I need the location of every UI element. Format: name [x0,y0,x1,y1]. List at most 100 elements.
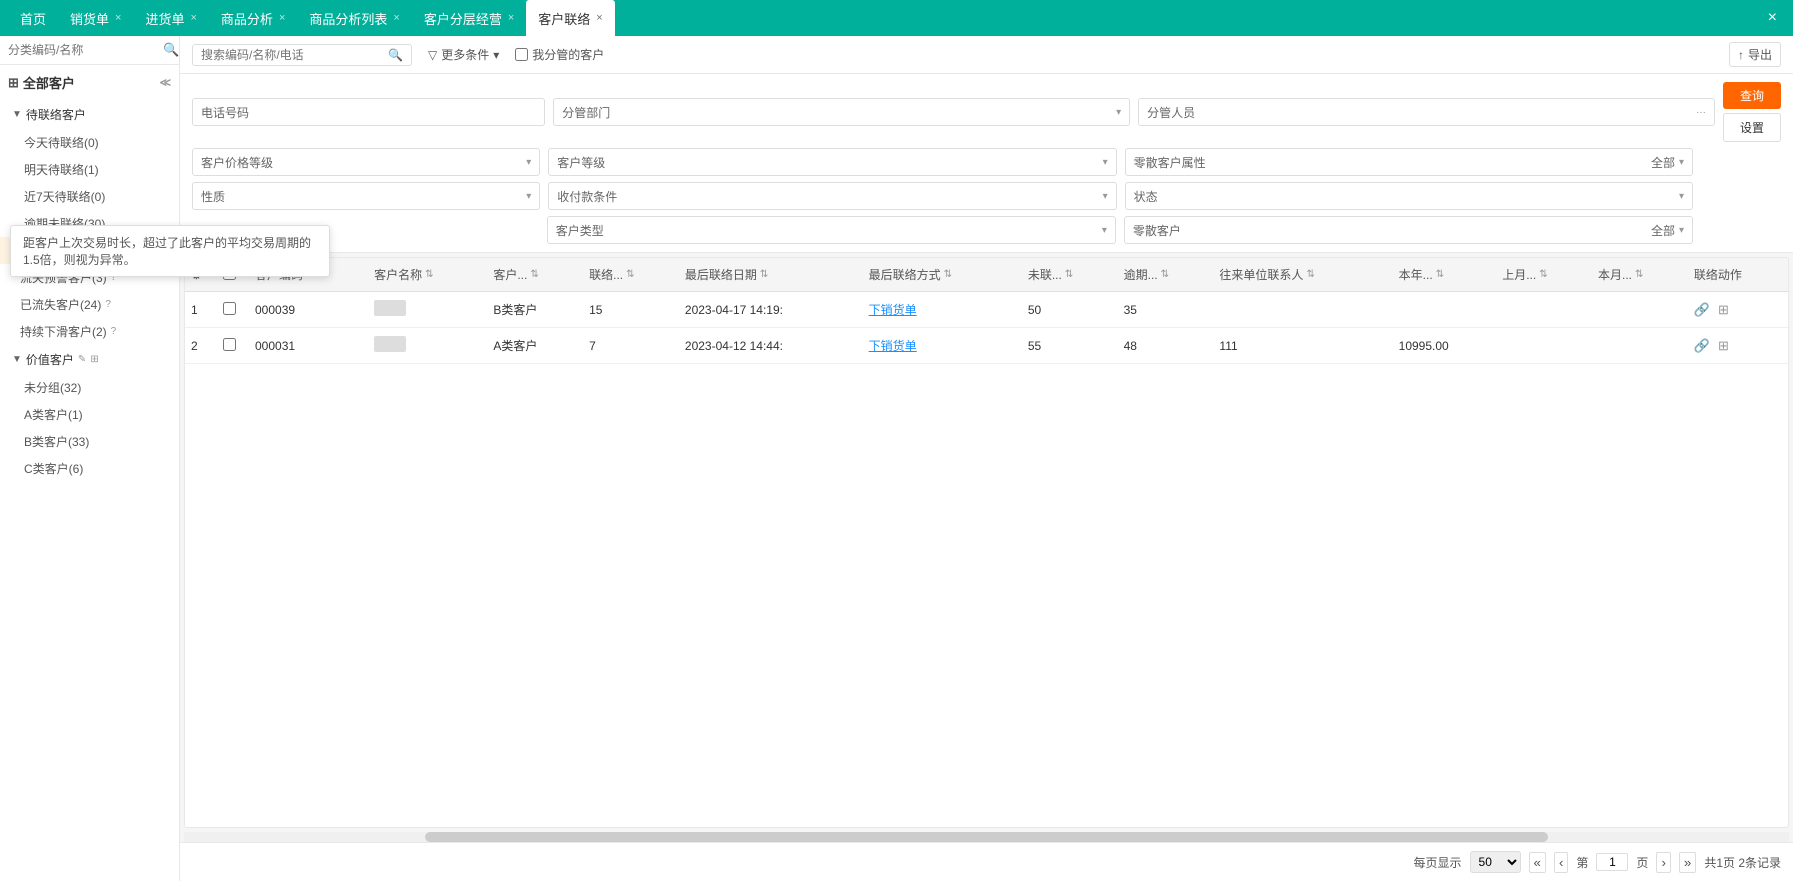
col-this-month: 本月... ⇅ [1592,258,1688,292]
sidebar-churned[interactable]: 已流失客户(24) ? [0,291,179,318]
row-check-1[interactable] [223,302,236,315]
price-level-filter[interactable]: 客户价格等级 ▾ [192,148,540,176]
customer-level-filter[interactable]: 客户等级 ▾ [548,148,1116,176]
setting-button[interactable]: 设置 [1723,113,1781,142]
sort-icon-type[interactable]: ⇅ [530,269,538,280]
chevron-down-icon-price: ▾ [526,157,531,168]
page-suffix: 页 [1636,854,1648,871]
sidebar-search-icon[interactable]: 🔍 [163,42,179,58]
row-last-method[interactable]: 下销货单 [863,292,1022,328]
chevron-down-icon-scatter: ▾ [1679,157,1684,168]
sort-icon-this-month[interactable]: ⇅ [1635,269,1643,280]
sort-icon-contacts[interactable]: ⇅ [1306,269,1314,280]
department-filter[interactable]: 分管部门 ▾ [553,98,1130,126]
query-button[interactable]: 查询 [1723,82,1781,109]
sidebar-c-class[interactable]: C类客户(6) [0,455,179,482]
scatter-customer-filter[interactable]: 零散客户 全部 ▾ [1124,216,1693,244]
close-product-analysis-tab[interactable]: × [279,12,285,24]
advanced-filters: 电话号码 分管部门 ▾ 分管人员 ··· 查询 设置 [180,74,1793,253]
row-checkbox[interactable] [217,328,249,364]
sort-icon-method[interactable]: ⇅ [944,269,952,280]
first-page-button[interactable]: « [1529,852,1546,873]
row-last-method[interactable]: 下销货单 [863,328,1022,364]
prev-page-button[interactable]: ‹ [1554,852,1568,873]
sort-icon-overdue[interactable]: ⇅ [1161,269,1169,280]
sidebar-pending-contact-group[interactable]: ▼ 待联络客户 [0,100,179,129]
window-close-button[interactable]: × [1760,9,1785,27]
sidebar-tomorrow-pending[interactable]: 明天待联络(1) [0,156,179,183]
nav-purchase[interactable]: 进货单 × [133,0,208,36]
export-button[interactable]: ↑ 导出 [1729,42,1781,67]
manager-filter[interactable]: 分管人员 ··· [1138,98,1715,126]
sort-icon-name[interactable]: ⇅ [425,269,433,280]
row-grid-icon-2[interactable]: ⊞ [1718,338,1729,354]
sidebar-declining[interactable]: 持续下滑客户(2) ? [0,318,179,345]
next-page-button[interactable]: › [1656,852,1670,873]
nav-home[interactable]: 首页 [8,0,58,36]
my-customers-checkbox[interactable]: 我分管的客户 [515,46,604,63]
page-number-input[interactable] [1596,853,1628,871]
nav-sales[interactable]: 销货单 × [58,0,133,36]
sidebar-value-customer-group[interactable]: ▼ 价值客户 ✎ ⊞ [0,345,179,374]
sidebar-a-class[interactable]: A类客户(1) [0,401,179,428]
table-row: 1 000039 B类客户 15 2023-04-17 14:19: 下销货单 … [185,292,1788,328]
row-checkbox[interactable] [217,292,249,328]
horizontal-scrollbar[interactable] [184,832,1789,842]
row-uncontacted: 55 [1022,328,1118,364]
scrollbar-thumb[interactable] [425,832,1549,842]
row-actions: 🔗 ⊞ [1688,328,1788,364]
sort-icon-last-month[interactable]: ⇅ [1539,269,1547,280]
per-page-select[interactable]: 50 20 100 [1470,851,1521,873]
edit-icon[interactable]: ✎ [78,354,86,365]
sidebar-b-class[interactable]: B类客户(33) [0,428,179,455]
row-link-icon-2[interactable]: 🔗 [1694,338,1710,354]
col-customer-name: 客户名称 ⇅ [368,258,487,292]
last-page-button[interactable]: » [1679,852,1696,873]
nav-product-analysis-list[interactable]: 商品分析列表 × [297,0,411,36]
row-check-2[interactable] [223,338,236,351]
close-customer-contact-tab[interactable]: × [596,12,602,24]
phone-filter[interactable]: 电话号码 [192,98,545,126]
close-customer-segmentation-tab[interactable]: × [508,12,514,24]
row-this-month [1592,292,1688,328]
customer-table: ⚙ 客户编码 ⇅ 客户名称 [185,258,1788,364]
row-last-date: 2023-04-17 14:19: [679,292,863,328]
close-purchase-tab[interactable]: × [190,12,196,24]
nav-customer-contact[interactable]: 客户联络 × [526,0,614,36]
customer-type-filter[interactable]: 客户类型 ▾ [547,216,1116,244]
sidebar-ungrouped[interactable]: 未分组(32) [0,374,179,401]
page-label: 第 [1576,854,1588,871]
more-conditions-button[interactable]: ▽ 更多条件 ▾ [420,43,507,66]
close-sales-tab[interactable]: × [115,12,121,24]
filter-row-2: 客户价格等级 ▾ 客户等级 ▾ 零散客户属性 全部 ▾ [192,148,1781,176]
pagination-bar: 每页显示 50 20 100 « ‹ 第 页 › » 共1页 2条记录 [180,842,1793,881]
sidebar-search-input[interactable] [8,43,163,57]
name-avatar-1 [374,300,406,316]
sort-icon-uncontacted[interactable]: ⇅ [1065,269,1073,280]
col-actions: 联络动作 [1688,258,1788,292]
scatter-attr-filter[interactable]: 零散客户属性 全部 ▾ [1125,148,1693,176]
sidebar-today-pending[interactable]: 今天待联络(0) [0,129,179,156]
row-grid-icon[interactable]: ⊞ [1718,302,1729,318]
sort-icon-date[interactable]: ⇅ [760,269,768,280]
sidebar-7days-pending[interactable]: 近7天待联络(0) [0,183,179,210]
nav-product-analysis[interactable]: 商品分析 × [209,0,297,36]
search-icon[interactable]: 🔍 [388,48,403,62]
nav-customer-segmentation[interactable]: 客户分层经营 × [412,0,526,36]
settings-icon[interactable]: ⊞ [90,354,98,365]
my-customers-check[interactable] [515,48,528,61]
search-input[interactable] [201,48,384,62]
row-last-month [1496,292,1592,328]
payment-filter[interactable]: 收付款条件 ▾ [548,182,1116,210]
col-last-month: 上月... ⇅ [1496,258,1592,292]
sort-icon-annual[interactable]: ⇅ [1436,269,1444,280]
close-product-analysis-list-tab[interactable]: × [393,12,399,24]
sort-icon-contact[interactable]: ⇅ [626,269,634,280]
status-filter[interactable]: 状态 ▾ [1125,182,1693,210]
sidebar-all-customers[interactable]: ⊞ 全部客户 ≪ [0,65,179,100]
row-type: B类客户 [487,292,583,328]
nature-filter[interactable]: 性质 ▾ [192,182,540,210]
name-avatar-2 [374,336,406,352]
row-link-icon[interactable]: 🔗 [1694,302,1710,318]
sidebar: 🔍 ⊞ 全部客户 ≪ ▼ 待联络客户 今天待联络(0) 明天待联络(1) 近7天… [0,36,180,881]
